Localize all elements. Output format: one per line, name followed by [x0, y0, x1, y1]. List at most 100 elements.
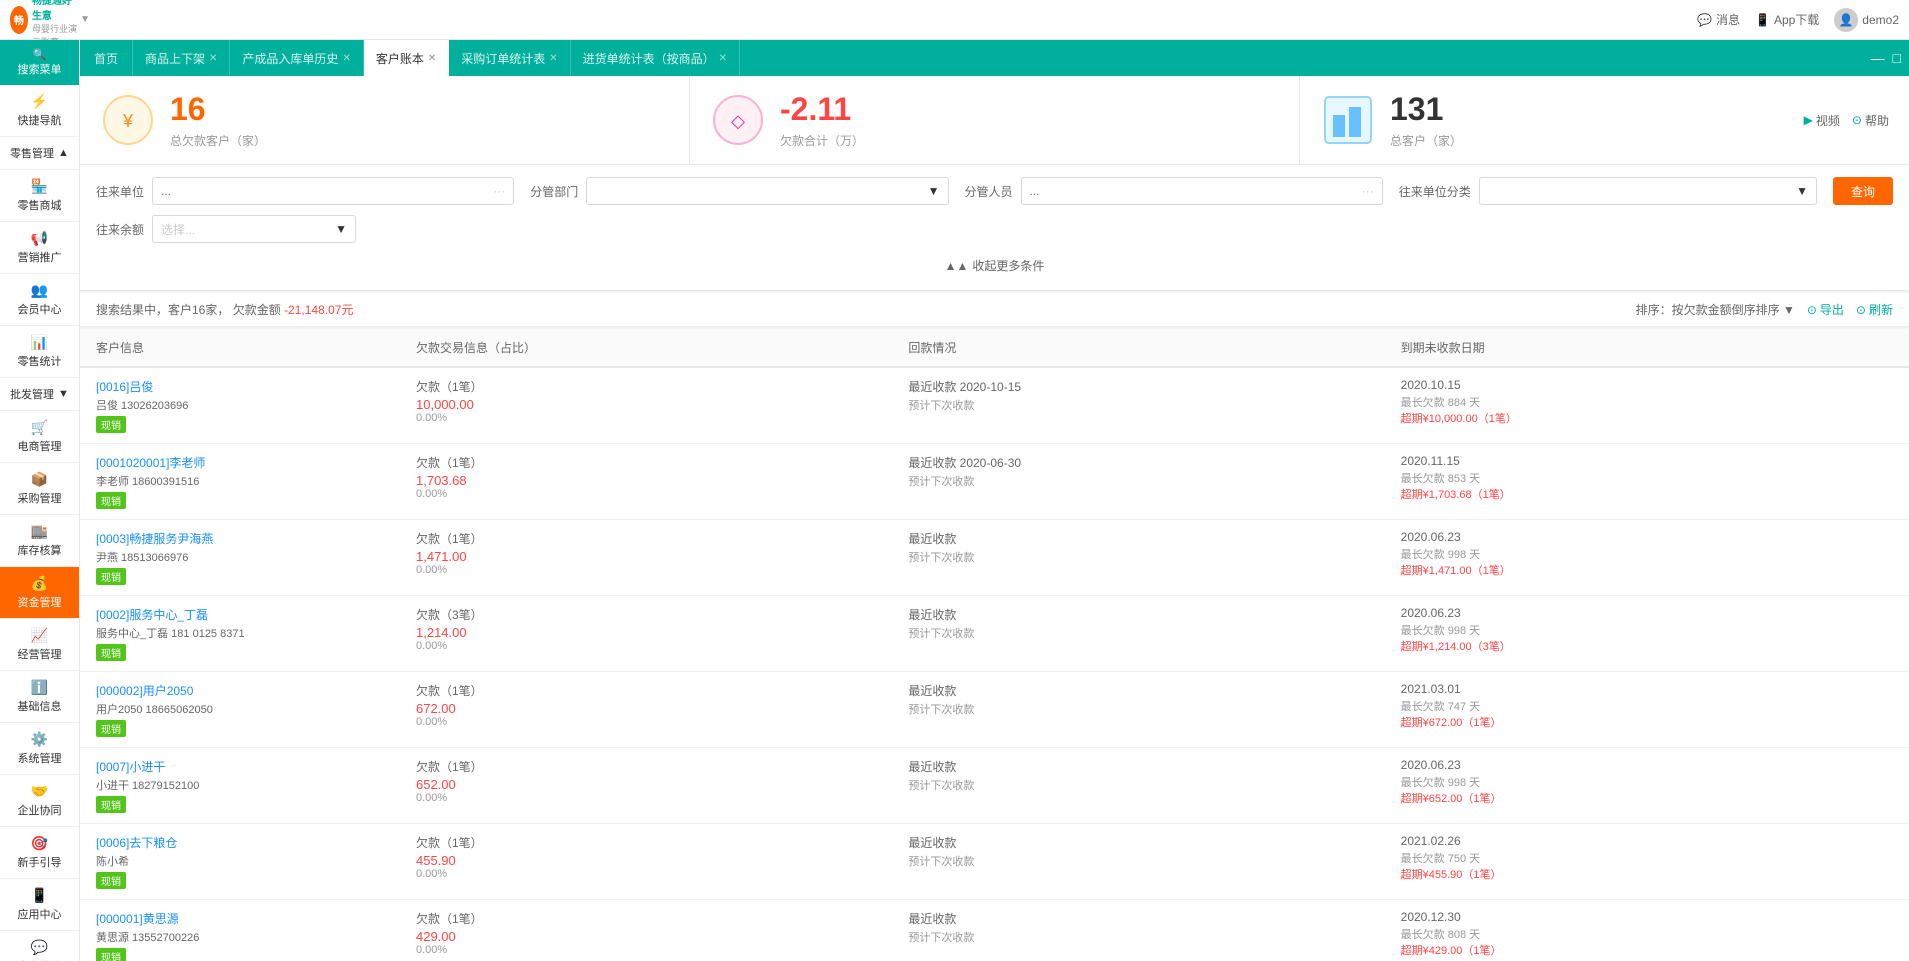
tab-home[interactable]: 首页 [80, 40, 133, 76]
tab-close-purchase-order[interactable]: ✕ [549, 53, 557, 64]
tab-production-history[interactable]: 产成品入库单历史 ✕ [230, 40, 363, 76]
customer-name-2[interactable]: [0003]畅捷服务尹海燕 [96, 530, 416, 547]
table-container: 客户信息 欠款交易信息（占比） 回款情况 到期未收款日期 [0016]吕俊 吕俊… [80, 329, 1909, 961]
sidebar-item-operations[interactable]: 📈 经营管理 [0, 619, 79, 671]
sidebar-item-member[interactable]: 👥 会员中心 [0, 274, 79, 326]
operations-icon: 📈 [31, 627, 48, 644]
col-debt-info: 欠款交易信息（占比） [416, 339, 908, 356]
tab-purchase-stats[interactable]: 进货单统计表（按商品） ✕ [571, 40, 740, 76]
tab-close-purchase-stats[interactable]: ✕ [719, 53, 727, 64]
sidebar-item-quick-nav[interactable]: ⚡ 快捷导航 [0, 85, 79, 137]
sidebar-item-guide[interactable]: 🎯 新手引导 [0, 827, 79, 879]
tab-collapse-btn[interactable]: — [1871, 50, 1885, 66]
customer-name-0[interactable]: [0016]吕俊 [96, 378, 416, 395]
sidebar-item-system[interactable]: ⚙️ 系统管理 [0, 723, 79, 775]
recovery-info-3: 最近收款 预计下次收款 [908, 606, 1400, 641]
company-dropdown-icon[interactable]: ▼ [80, 14, 90, 25]
sidebar-item-retail-mgmt[interactable]: 零售管理 ▲ [0, 137, 79, 170]
overdue-info-0: 2020.10.15 最长欠款 884 天 超期¥10,000.00（1笔） [1401, 378, 1893, 426]
filter-dept-select[interactable]: ▼ [586, 177, 948, 205]
customer-phone-3: 服务中心_丁磊 181 0125 8371 [96, 625, 416, 641]
recovery-info-2: 最近收款 预计下次收款 [908, 530, 1400, 565]
sidebar-item-wechat[interactable]: 💬 企业微信 [0, 931, 79, 961]
tab-expand-btn[interactable]: □ [1893, 50, 1901, 66]
guide-icon: 🎯 [31, 835, 48, 852]
filter-balance-select[interactable]: 选择... ▼ [152, 215, 356, 243]
sidebar-item-inventory[interactable]: 🏬 库存核算 [0, 515, 79, 567]
sidebar-item-ecommerce[interactable]: 🛒 电商管理 [0, 411, 79, 463]
stat-card-total-customers: 131 总客户（家） ▶ 视频 ⊙ 帮助 [1300, 76, 1909, 164]
tab-close-production-history[interactable]: ✕ [342, 53, 350, 64]
customer-name-1[interactable]: [0001020001]李老师 [96, 454, 416, 471]
collapse-filter-btn[interactable]: ▲▲ 收起更多条件 [96, 253, 1893, 278]
tab-product-status[interactable]: 商品上下架 ✕ [133, 40, 230, 76]
filter-unit: 往来单位 ··· [96, 177, 514, 205]
stat-debtors-number: 16 [170, 91, 669, 128]
customer-name-5[interactable]: [0007]小进干 [96, 758, 416, 775]
tab-close-customer-account[interactable]: ✕ [428, 53, 436, 64]
sort-label: 排序：按欠款金额倒序排序 ▼ [1636, 301, 1795, 318]
svg-text:¥: ¥ [121, 111, 133, 131]
overdue-info-1: 2020.11.15 最长欠款 853 天 超期¥1,703.68（1笔） [1401, 454, 1893, 502]
sidebar-item-basic-info[interactable]: ℹ️ 基础信息 [0, 671, 79, 723]
ecommerce-icon: 🛒 [31, 419, 48, 436]
sidebar-item-marketing[interactable]: 📢 营销推广 [0, 222, 79, 274]
sort-dropdown-icon[interactable]: ▼ [1783, 303, 1795, 317]
filter-row-1: 往来单位 ··· 分管部门 ▼ [96, 177, 1893, 205]
video-btn[interactable]: ▶ 视频 [1804, 112, 1840, 129]
app-download-btn[interactable]: 📱 App下载 [1755, 11, 1819, 28]
customer-phone-4: 用户2050 18665062050 [96, 701, 416, 717]
customer-name-7[interactable]: [000001]黄思源 [96, 910, 416, 927]
chevron-down-icon: ▼ [58, 388, 69, 400]
debt-info-0: 欠款（1笔） 10,000.00 0.00% [416, 378, 908, 424]
user-avatar[interactable]: 👤 demo2 [1834, 8, 1899, 32]
customer-name-6[interactable]: [0006]去下粮仓 [96, 834, 416, 851]
result-info: 搜索结果中，客户16家， 欠款金额 -21,148.07元 [96, 301, 353, 318]
tab-customer-account[interactable]: 客户账本 ✕ [364, 40, 449, 76]
sidebar-item-purchase-mgmt[interactable]: 📦 采购管理 [0, 463, 79, 515]
sidebar-item-retail-stats[interactable]: 📊 零售统计 [0, 326, 79, 378]
unit-search-input[interactable] [161, 184, 493, 198]
message-btn[interactable]: 💬 消息 [1697, 11, 1740, 28]
sidebar-search[interactable]: 🔍 搜索菜单 [0, 40, 79, 85]
enterprise-icon: 🤝 [31, 783, 48, 800]
table-row: [0001020001]李老师 李老师 18600391516 现销 欠款（1笔… [80, 444, 1909, 520]
customer-info-4: [000002]用户2050 用户2050 18665062050 现销 [96, 682, 416, 737]
filter-manager-input[interactable]: ··· [1021, 177, 1383, 205]
tab-purchase-order[interactable]: 采购订单统计表 ✕ [449, 40, 570, 76]
sidebar-item-retail-mall[interactable]: 🏪 零售商城 [0, 170, 79, 222]
app-icon: 📱 [1755, 13, 1770, 27]
recovery-info-7: 最近收款 预计下次收款 [908, 910, 1400, 945]
customer-tag-6: 现销 [96, 872, 126, 889]
tabs-bar-right: — □ [1863, 50, 1909, 66]
app-wrapper: 畅 畅捷通好生意 母婴行业演示账套 ▼ 💬 消息 📱 App下载 👤 demo2 [0, 0, 1909, 961]
sidebar-item-app-center[interactable]: 📱 应用中心 [0, 879, 79, 931]
customer-tag-0: 现销 [96, 416, 126, 433]
refresh-button[interactable]: ⊙ 刷新 [1856, 301, 1893, 318]
sidebar-item-wholesale-mgmt[interactable]: 批发管理 ▼ [0, 378, 79, 411]
customer-info-6: [0006]去下粮仓 陈小希 现销 [96, 834, 416, 889]
col-recovery: 回款情况 [908, 339, 1400, 356]
customer-tag-2: 现销 [96, 568, 126, 585]
tab-close-product-status[interactable]: ✕ [209, 53, 217, 64]
table-row: [000002]用户2050 用户2050 18665062050 现销 欠款（… [80, 672, 1909, 748]
content-area: 首页 商品上下架 ✕ 产成品入库单历史 ✕ 客户账本 ✕ 采购订单统计表 ✕ [80, 40, 1909, 961]
export-button[interactable]: ⊙ 导出 [1807, 301, 1844, 318]
customer-name-4[interactable]: [000002]用户2050 [96, 682, 416, 699]
filter-category-select[interactable]: ▼ [1479, 177, 1817, 205]
customer-name-3[interactable]: [0002]服务中心_丁磊 [96, 606, 416, 623]
query-button[interactable]: 查询 [1833, 177, 1893, 205]
export-icon: ⊙ [1807, 303, 1817, 317]
help-icon: ⊙ [1852, 113, 1862, 127]
wholesale-mgmt-label: 批发管理 [10, 386, 54, 402]
recovery-info-0: 最近收款 2020-10-15 预计下次收款 [908, 378, 1400, 413]
sidebar-item-finance[interactable]: 💰 资金管理 [0, 567, 79, 619]
manager-search-input[interactable] [1030, 184, 1362, 198]
overdue-info-2: 2020.06.23 最长欠款 998 天 超期¥1,471.00（1笔） [1401, 530, 1893, 578]
help-btn[interactable]: ⊙ 帮助 [1852, 112, 1889, 129]
purchase-mgmt-icon: 📦 [31, 471, 48, 488]
page-content: ¥ 16 总欠款客户（家） ◇ [80, 76, 1909, 961]
filter-unit-input[interactable]: ··· [152, 177, 514, 205]
sidebar-item-enterprise[interactable]: 🤝 企业协同 [0, 775, 79, 827]
customer-phone-2: 尹燕 18513066976 [96, 549, 416, 565]
